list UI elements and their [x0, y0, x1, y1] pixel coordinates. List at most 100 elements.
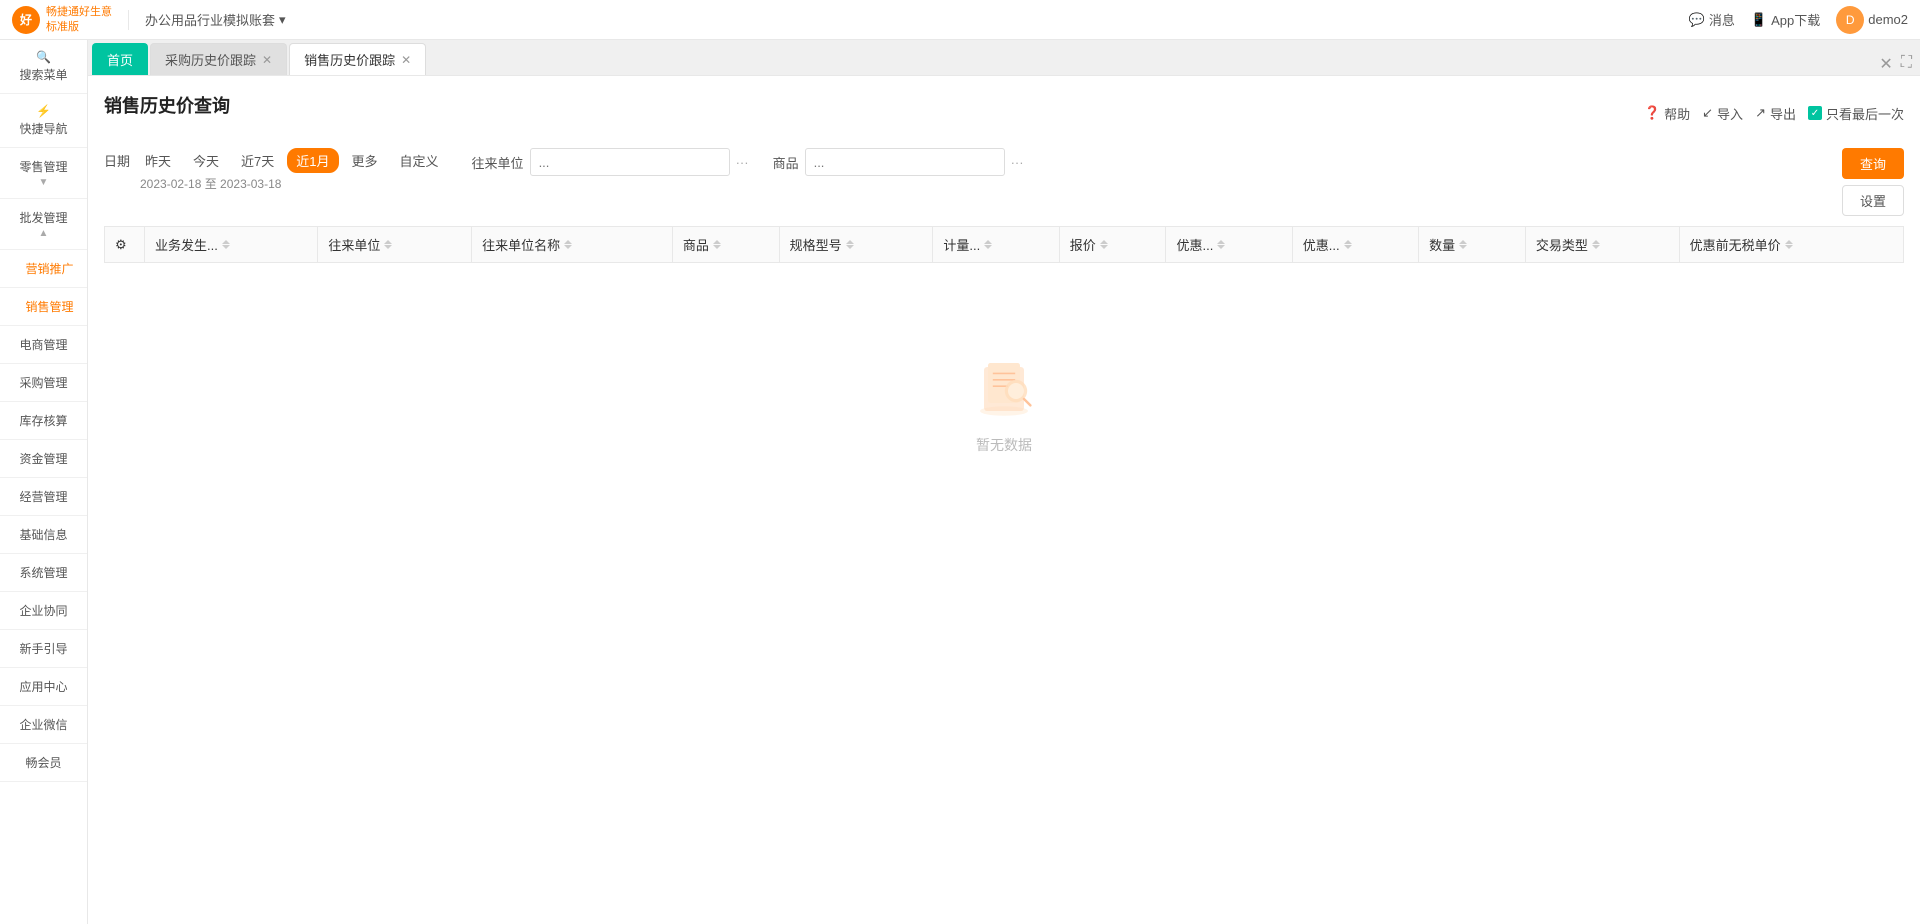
col-trade-type[interactable]: 交易类型	[1525, 227, 1679, 263]
sidebar-item-inventory-check[interactable]: 库存核算	[0, 402, 87, 440]
sort-icon	[1785, 240, 1793, 249]
date-label: 日期	[104, 151, 130, 170]
import-icon: ↙	[1702, 105, 1713, 121]
maximize-icon[interactable]: ⛶	[1901, 54, 1912, 74]
main-layout: 🔍 搜索菜单 ⚡ 快捷导航 零售管理 ▼ 批发管理 ▲ 营销推广 销售管理 电商…	[0, 40, 1920, 924]
col-settings[interactable]: ⚙	[105, 227, 145, 263]
tab-purchase-history[interactable]: 采购历史价跟踪 ✕	[150, 43, 287, 75]
page-title: 销售历史价查询	[104, 92, 230, 118]
date-btn-more[interactable]: 更多	[343, 148, 387, 173]
sidebar-item-system-mgmt[interactable]: 系统管理	[0, 554, 87, 592]
sidebar-item-new-guide[interactable]: 新手引导	[0, 630, 87, 668]
header-right: 💬 消息 📱 App下载 D demo2	[1689, 6, 1908, 34]
settings-button[interactable]: 设置	[1842, 185, 1904, 216]
col-party-code[interactable]: 往来单位	[318, 227, 472, 263]
export-icon: ↗	[1755, 105, 1766, 121]
user-menu-btn[interactable]: D demo2	[1836, 6, 1908, 34]
col-discount2[interactable]: 优惠...	[1292, 227, 1418, 263]
sidebar-item-operation-mgmt[interactable]: 经营管理	[0, 478, 87, 516]
sort-icon	[1459, 240, 1467, 249]
sidebar-item-finance-mgmt[interactable]: 资金管理	[0, 440, 87, 478]
chevron-down-icon: ▾	[279, 12, 286, 28]
close-window-icon[interactable]: ✕	[1879, 54, 1892, 74]
only-last-once[interactable]: ✓ 只看最后一次	[1808, 104, 1904, 123]
logo-icon: 好	[12, 6, 40, 34]
top-header: 好 畅捷通好生意 标准版 办公用品行业模拟账套 ▾ 💬 消息 📱 App下载 D…	[0, 0, 1920, 40]
date-btn-1month[interactable]: 近1月	[287, 148, 338, 173]
date-btn-yesterday[interactable]: 昨天	[136, 148, 180, 173]
message-btn[interactable]: 💬 消息	[1689, 10, 1735, 29]
tab-sales-history[interactable]: 销售历史价跟踪 ✕	[289, 43, 426, 75]
export-btn[interactable]: ↗ 导出	[1755, 104, 1796, 123]
sidebar-item-marketing-promo[interactable]: 营销推广	[0, 250, 87, 288]
sidebar-item-search-menu[interactable]: 🔍 搜索菜单	[0, 40, 87, 94]
help-btn[interactable]: ❓ 帮助	[1644, 104, 1690, 123]
sidebar-item-purchase-mgmt[interactable]: 采购管理	[0, 364, 87, 402]
sidebar-item-member-card[interactable]: 畅会员	[0, 744, 87, 782]
col-biz-date[interactable]: 业务发生...	[145, 227, 318, 263]
table-header-row: ⚙ 业务发生... 往来单位	[105, 227, 1904, 263]
sort-icon	[1100, 240, 1108, 249]
col-goods[interactable]: 商品	[672, 227, 779, 263]
goods-more-icon[interactable]: ···	[1011, 155, 1024, 170]
party-label: 往来单位	[472, 153, 524, 172]
sidebar-item-retail-mgmt[interactable]: 零售管理 ▼	[0, 148, 87, 199]
goods-input[interactable]	[805, 148, 1005, 176]
sidebar-item-enterprise-wechat[interactable]: 企业微信	[0, 706, 87, 744]
message-icon: 💬	[1689, 12, 1705, 28]
search-icon: 🔍	[36, 50, 51, 64]
goods-label: 商品	[773, 153, 799, 172]
date-options: 昨天 今天 近7天 近1月 更多 自定义	[136, 148, 448, 173]
date-btn-7days[interactable]: 近7天	[232, 148, 283, 173]
app-download-btn[interactable]: 📱 App下载	[1751, 10, 1820, 29]
sort-icon	[1344, 240, 1352, 249]
tab-close-sales[interactable]: ✕	[401, 54, 411, 66]
col-party-name[interactable]: 往来单位名称	[472, 227, 673, 263]
sort-icon	[846, 240, 854, 249]
app-selector[interactable]: 办公用品行业模拟账套 ▾	[145, 10, 286, 29]
table-head: ⚙ 业务发生... 往来单位	[105, 227, 1904, 263]
empty-state: 暂无数据	[104, 263, 1904, 535]
page-content: 销售历史价查询 ❓ 帮助 ↙ 导入 ↗ 导出 ✓	[88, 76, 1920, 924]
col-quote[interactable]: 报价	[1059, 227, 1166, 263]
header-divider	[128, 10, 129, 30]
empty-illustration	[964, 343, 1044, 423]
date-btn-today[interactable]: 今天	[184, 148, 228, 173]
logo-area: 好 畅捷通好生意 标准版	[12, 5, 112, 34]
nav-icon: ⚡	[36, 104, 51, 118]
avatar: D	[1836, 6, 1864, 34]
col-discount1[interactable]: 优惠...	[1166, 227, 1292, 263]
col-unit[interactable]: 计量...	[933, 227, 1059, 263]
header-right-actions: ❓ 帮助 ↙ 导入 ↗ 导出 ✓ 只看最后一次	[1644, 104, 1904, 123]
sidebar-item-sales-mgmt[interactable]: 销售管理	[0, 288, 87, 326]
tab-close-purchase[interactable]: ✕	[262, 54, 272, 66]
sort-icon	[384, 240, 392, 249]
col-pretax-price[interactable]: 优惠前无税单价	[1679, 227, 1903, 263]
sort-icon	[1217, 240, 1225, 249]
col-spec[interactable]: 规格型号	[779, 227, 933, 263]
logo-text: 畅捷通好生意 标准版	[46, 5, 112, 34]
sidebar-item-basic-info[interactable]: 基础信息	[0, 516, 87, 554]
sidebar-item-quick-nav[interactable]: ⚡ 快捷导航	[0, 94, 87, 148]
sidebar: 🔍 搜索菜单 ⚡ 快捷导航 零售管理 ▼ 批发管理 ▲ 营销推广 销售管理 电商…	[0, 40, 88, 924]
sidebar-item-ecommerce-mgmt[interactable]: 电商管理	[0, 326, 87, 364]
empty-text: 暂无数据	[976, 435, 1032, 455]
sort-icon	[564, 240, 572, 249]
date-btn-custom[interactable]: 自定义	[391, 148, 448, 173]
col-qty[interactable]: 数量	[1419, 227, 1526, 263]
checkbox-icon: ✓	[1808, 106, 1822, 120]
party-input[interactable]	[530, 148, 730, 176]
date-range-display: 2023-02-18 至 2023-03-18	[140, 177, 281, 191]
content-area: 首页 采购历史价跟踪 ✕ 销售历史价跟踪 ✕ ✕ ⛶ 销售历史价查询	[88, 40, 1920, 924]
sidebar-item-enterprise-collab[interactable]: 企业协同	[0, 592, 87, 630]
party-more-icon[interactable]: ···	[736, 155, 749, 170]
query-button[interactable]: 查询	[1842, 148, 1904, 179]
data-table: ⚙ 业务发生... 往来单位	[104, 226, 1904, 263]
tab-home[interactable]: 首页	[92, 43, 148, 75]
sort-icon	[222, 240, 230, 249]
download-icon: 📱	[1751, 12, 1767, 28]
sidebar-item-app-center[interactable]: 应用中心	[0, 668, 87, 706]
chevron-down-icon: ▼	[39, 177, 49, 188]
import-btn[interactable]: ↙ 导入	[1702, 104, 1743, 123]
sidebar-item-wholesale-mgmt[interactable]: 批发管理 ▲	[0, 199, 87, 250]
